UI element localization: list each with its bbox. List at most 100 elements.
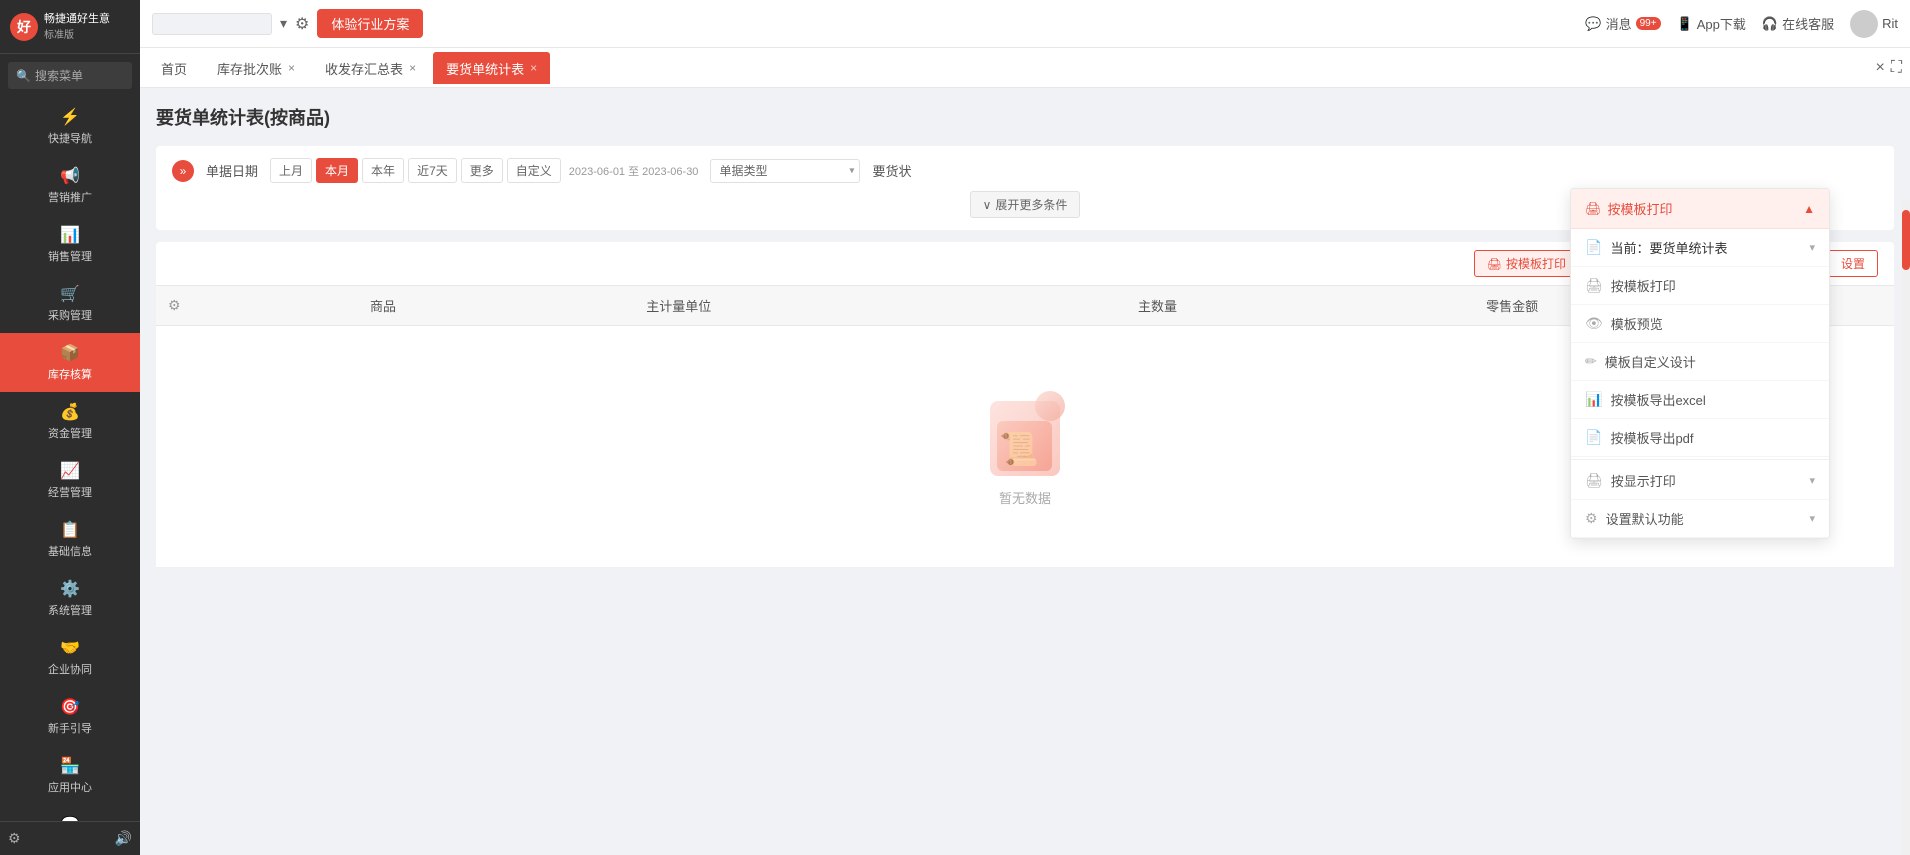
collab-icon: 🤝	[60, 638, 80, 658]
sidebar-item-basic-label: 基础信息	[48, 543, 92, 559]
app-download-label: App下载	[1697, 14, 1746, 33]
page-title: 要货单统计表(按商品)	[156, 104, 1894, 130]
right-scrollbar[interactable]	[1902, 200, 1910, 855]
appstore-icon: 🏪	[60, 756, 80, 776]
sidebar-item-quick-nav[interactable]: ⚡ 快捷导航	[0, 97, 140, 156]
breadcrumb-input[interactable]	[152, 13, 272, 35]
dropdown-item-display-print[interactable]: 🖨 按显示打印 ▾	[1571, 462, 1829, 500]
sidebar-item-finance-label: 资金管理	[48, 425, 92, 441]
tab-home-label: 首页	[161, 59, 187, 78]
sidebar-footer: ⚙ 🔊	[0, 821, 140, 855]
avatar	[1850, 10, 1878, 38]
tab-batch-account-close-icon[interactable]: ×	[288, 61, 295, 75]
template-custom-icon: ✏	[1585, 353, 1597, 370]
trial-button[interactable]: 体验行业方案	[317, 9, 423, 38]
header-gear-button[interactable]: ⚙	[295, 14, 309, 34]
more-conditions-icon: ∨	[983, 198, 992, 212]
current-year-button[interactable]: 本年	[362, 158, 404, 183]
sidebar-item-finance[interactable]: 💰 资金管理	[0, 392, 140, 451]
breadcrumb-dropdown-button[interactable]: ▾	[280, 15, 287, 32]
sidebar-item-collab[interactable]: 🤝 企业协同	[0, 628, 140, 687]
user-avatar-area[interactable]: Rit	[1850, 10, 1898, 38]
dropdown-header: 🖨 按模板打印 ▲	[1571, 189, 1829, 229]
dropdown-item-template-preview[interactable]: 👁 模板预览	[1571, 305, 1829, 343]
dropdown-item-export-pdf[interactable]: 📄 按模板导出pdf	[1571, 419, 1829, 457]
display-print-icon: 🖨	[1585, 472, 1603, 489]
dropdown-item-export-excel-label: 按模板导出excel	[1610, 390, 1705, 409]
more-conditions-button[interactable]: ∨ 展开更多条件	[970, 191, 1081, 218]
sidebar-item-system[interactable]: ⚙️ 系统管理	[0, 569, 140, 628]
sales-icon: 📊	[60, 225, 80, 245]
sidebar-item-operation[interactable]: 📈 经营管理	[0, 451, 140, 510]
current-chevron-icon: ▾	[1809, 241, 1815, 254]
sidebar-item-weixin[interactable]: 💬 企业微信	[0, 805, 140, 821]
sidebar-item-quick-nav-label: 快捷导航	[48, 130, 92, 146]
dropdown-item-export-excel[interactable]: 📊 按模板导出excel	[1571, 381, 1829, 419]
sidebar-settings-button[interactable]: ⚙	[8, 830, 21, 847]
tab-batch-account-label: 库存批次账	[217, 59, 282, 78]
order-type-wrapper: 单据类型 ▾	[710, 159, 860, 183]
sidebar-item-inventory[interactable]: 📦 库存核算	[0, 333, 140, 392]
dropdown-item-template-custom-label: 模板自定义设计	[1605, 352, 1696, 371]
settings-label: 设置	[1841, 255, 1865, 272]
sidebar-item-appstore-label: 应用中心	[48, 779, 92, 795]
print-template-dropdown: 🖨 按模板打印 ▲ 📄 当前：要货单统计表 ▾ 🖨 按模板打印 👁 模板预览 ✏	[1570, 188, 1830, 539]
sidebar-audio-button[interactable]: 🔊	[115, 830, 132, 847]
date-range-display: 2023-06-01 至 2023-06-30	[569, 163, 699, 179]
tab-batch-account[interactable]: 库存批次账 ×	[204, 52, 308, 84]
more-date-button[interactable]: 更多	[461, 158, 503, 183]
app-download-item[interactable]: 📱 App下载	[1677, 14, 1746, 33]
custom-date-button[interactable]: 自定义	[507, 158, 561, 183]
content-area: 要货单统计表(按商品) » 单据日期 上月 本月 本年 近7天 更多 自定义 2…	[140, 88, 1910, 855]
dropdown-item-export-pdf-label: 按模板导出pdf	[1610, 428, 1693, 447]
order-status-label: 要货状	[872, 161, 911, 180]
purchase-icon: 🛒	[60, 284, 80, 304]
tab-collect-summary[interactable]: 收发存汇总表 ×	[312, 52, 429, 84]
dropdown-title: 🖨 按模板打印	[1585, 199, 1673, 218]
prev-month-button[interactable]: 上月	[270, 158, 312, 183]
sidebar-item-basic[interactable]: 📋 基础信息	[0, 510, 140, 569]
tab-collect-summary-close-icon[interactable]: ×	[409, 61, 416, 75]
current-month-button[interactable]: 本月	[316, 158, 358, 183]
logo-icon: 好	[10, 13, 38, 41]
empty-icon: 📜	[999, 430, 1039, 468]
table-gear-icon[interactable]: ⚙	[168, 297, 181, 313]
messages-label: 消息	[1606, 14, 1632, 33]
printer-icon: 🖨	[1487, 257, 1502, 271]
sidebar-item-marketing-label: 营销推广	[48, 189, 92, 205]
sidebar-item-marketing[interactable]: 📢 营销推广	[0, 156, 140, 215]
table-header-unit: 主计量单位	[634, 286, 1126, 326]
sidebar-item-appstore[interactable]: 🏪 应用中心	[0, 746, 140, 805]
online-service-item[interactable]: 🎧 在线客服	[1762, 14, 1834, 33]
tab-order-stats-close-icon[interactable]: ×	[530, 61, 537, 75]
dropdown-item-set-default[interactable]: ⚙ 设置默认功能 ▾	[1571, 500, 1829, 538]
logo-sub: 标准版	[44, 26, 110, 41]
header-right: 💬 消息 99+ 📱 App下载 🎧 在线客服 Rit	[1585, 10, 1898, 38]
tab-close-window-button[interactable]: ×	[1875, 59, 1884, 77]
tab-home[interactable]: 首页	[148, 52, 200, 84]
order-type-select[interactable]: 单据类型	[710, 159, 860, 183]
dropdown-item-template-custom[interactable]: ✏ 模板自定义设计	[1571, 343, 1829, 381]
service-icon: 🎧	[1762, 16, 1778, 32]
last-7-days-button[interactable]: 近7天	[408, 158, 457, 183]
template-preview-icon: 👁	[1585, 315, 1603, 332]
guide-icon: 🎯	[60, 697, 80, 717]
date-buttons-group: 上月 本月 本年 近7天 更多 自定义 2023-06-01 至 2023-06…	[270, 158, 698, 183]
dropdown-item-current[interactable]: 📄 当前：要货单统计表 ▾	[1571, 229, 1829, 267]
finance-icon: 💰	[60, 402, 80, 422]
sidebar-item-purchase[interactable]: 🛒 采购管理	[0, 274, 140, 333]
filter-expand-button[interactable]: »	[172, 160, 194, 182]
messages-item[interactable]: 💬 消息 99+	[1585, 14, 1660, 33]
tab-expand-window-button[interactable]: ⛶	[1891, 59, 1902, 77]
filter-row: » 单据日期 上月 本月 本年 近7天 更多 自定义 2023-06-01 至 …	[172, 158, 1878, 183]
sidebar-nav: ⚡ 快捷导航 📢 营销推广 📊 销售管理 🛒 采购管理 📦 库存核算 💰 资金管…	[0, 97, 140, 821]
tab-order-stats[interactable]: 要货单统计表 ×	[433, 52, 550, 84]
sidebar-item-guide[interactable]: 🎯 新手引导	[0, 687, 140, 746]
dropdown-item-template-print[interactable]: 🖨 按模板打印	[1571, 267, 1829, 305]
dropdown-close-icon[interactable]: ▲	[1803, 202, 1815, 216]
settings-button[interactable]: 设置	[1828, 250, 1878, 277]
sidebar-item-sales[interactable]: 📊 销售管理	[0, 215, 140, 274]
more-conditions-label: 展开更多条件	[995, 196, 1067, 213]
table-header-gear: ⚙	[156, 286, 358, 326]
search-menu-button[interactable]: 🔍 搜索菜单	[8, 62, 132, 89]
